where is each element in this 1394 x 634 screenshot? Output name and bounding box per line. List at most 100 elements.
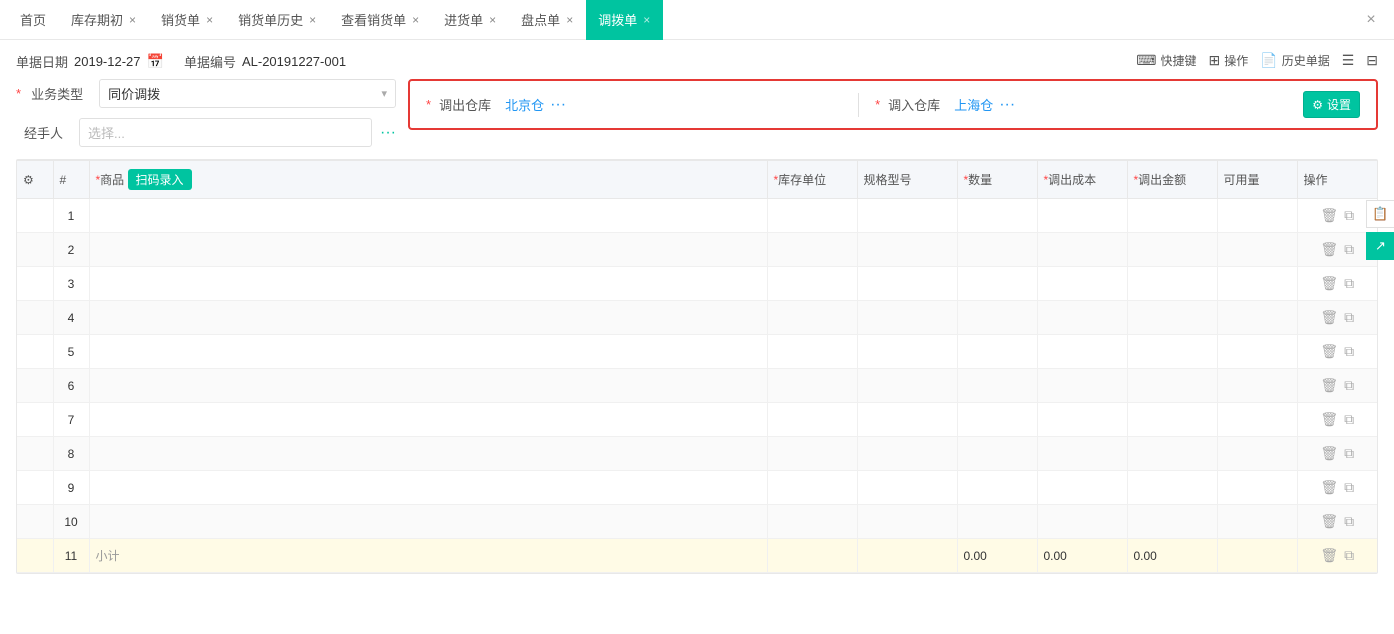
- row-qty-cell[interactable]: [957, 505, 1037, 539]
- row-amount-cell[interactable]: [1127, 267, 1217, 301]
- delete-icon[interactable]: 🗑: [1320, 547, 1338, 564]
- tab-close-transfer-order[interactable]: ×: [643, 13, 650, 27]
- copy-icon[interactable]: ⧉: [1344, 411, 1354, 428]
- copy-icon[interactable]: ⧉: [1344, 513, 1354, 530]
- row-spec-cell[interactable]: [857, 403, 957, 437]
- row-spec-cell[interactable]: [857, 471, 957, 505]
- row-avail-cell[interactable]: [1217, 199, 1297, 233]
- transfer-in-more-btn[interactable]: ···: [999, 96, 1015, 114]
- row-spec-cell[interactable]: [857, 301, 957, 335]
- row-cost-cell[interactable]: [1037, 233, 1127, 267]
- row-unit-cell[interactable]: [767, 267, 857, 301]
- row-product-cell[interactable]: [89, 267, 767, 301]
- tab-transfer-order[interactable]: 调拨单 ×: [586, 0, 663, 40]
- scan-btn[interactable]: 扫码录入: [128, 169, 192, 190]
- delete-icon[interactable]: 🗑: [1320, 377, 1338, 394]
- tab-inventory-init[interactable]: 库存期初 ×: [59, 0, 149, 40]
- copy-icon[interactable]: ⧉: [1344, 479, 1354, 496]
- row-amount-cell[interactable]: [1127, 199, 1217, 233]
- row-amount-cell[interactable]: [1127, 403, 1217, 437]
- delete-icon[interactable]: 🗑: [1320, 343, 1338, 360]
- tab-close-sales-order[interactable]: ×: [206, 13, 213, 27]
- row-spec-cell[interactable]: [857, 199, 957, 233]
- row-avail-cell[interactable]: [1217, 437, 1297, 471]
- tab-close-purchase-order[interactable]: ×: [489, 13, 496, 27]
- tab-view-sales[interactable]: 查看销货单 ×: [329, 0, 432, 40]
- row-spec-cell[interactable]: [857, 437, 957, 471]
- row-product-cell[interactable]: [89, 369, 767, 403]
- row-avail-cell[interactable]: [1217, 267, 1297, 301]
- transfer-out-more-btn[interactable]: ···: [550, 96, 566, 114]
- row-qty-cell[interactable]: [957, 369, 1037, 403]
- row-cost-cell[interactable]: [1037, 505, 1127, 539]
- settings-button[interactable]: ⚙ 设置: [1303, 91, 1360, 118]
- window-close-button[interactable]: ×: [1356, 5, 1386, 35]
- row-qty-cell[interactable]: [957, 267, 1037, 301]
- row-amount-cell[interactable]: [1127, 437, 1217, 471]
- copy-icon[interactable]: ⧉: [1344, 309, 1354, 326]
- tab-close-view-sales[interactable]: ×: [412, 13, 419, 27]
- copy-icon[interactable]: ⧉: [1344, 377, 1354, 394]
- delete-icon[interactable]: 🗑: [1320, 411, 1338, 428]
- delete-icon[interactable]: 🗑: [1320, 445, 1338, 462]
- row-unit-cell[interactable]: [767, 403, 857, 437]
- tab-purchase-order[interactable]: 进货单 ×: [432, 0, 509, 40]
- row-amount-cell[interactable]: [1127, 301, 1217, 335]
- row-qty-cell[interactable]: [957, 335, 1037, 369]
- copy-icon[interactable]: ⧉: [1344, 241, 1354, 258]
- row-product-cell[interactable]: [89, 301, 767, 335]
- row-amount-cell[interactable]: [1127, 233, 1217, 267]
- delete-icon[interactable]: 🗑: [1320, 479, 1338, 496]
- row-product-cell[interactable]: [89, 335, 767, 369]
- row-cost-cell[interactable]: [1037, 369, 1127, 403]
- handler-select[interactable]: 选择...: [79, 118, 372, 147]
- row-spec-cell[interactable]: [857, 335, 957, 369]
- row-amount-cell[interactable]: [1127, 505, 1217, 539]
- history-btn[interactable]: 📄 历史单据: [1260, 52, 1329, 69]
- tab-close-sales-history[interactable]: ×: [309, 13, 316, 27]
- row-cost-cell[interactable]: [1037, 301, 1127, 335]
- row-qty-cell[interactable]: [957, 437, 1037, 471]
- row-spec-cell[interactable]: [857, 369, 957, 403]
- row-avail-cell[interactable]: [1217, 471, 1297, 505]
- row-unit-cell[interactable]: [767, 233, 857, 267]
- row-qty-cell[interactable]: [957, 199, 1037, 233]
- layout-btn2[interactable]: ⊟: [1366, 52, 1378, 69]
- row-avail-cell[interactable]: [1217, 301, 1297, 335]
- copy-icon[interactable]: ⧉: [1344, 547, 1354, 564]
- row-unit-cell[interactable]: [767, 505, 857, 539]
- tab-inventory-check[interactable]: 盘点单 ×: [509, 0, 586, 40]
- row-product-cell[interactable]: [89, 505, 767, 539]
- delete-icon[interactable]: 🗑: [1320, 241, 1338, 258]
- row-unit-cell[interactable]: [767, 471, 857, 505]
- row-unit-cell[interactable]: [767, 301, 857, 335]
- tab-close-inventory-check[interactable]: ×: [566, 13, 573, 27]
- copy-icon[interactable]: ⧉: [1344, 275, 1354, 292]
- delete-icon[interactable]: 🗑: [1320, 207, 1338, 224]
- row-avail-cell[interactable]: [1217, 233, 1297, 267]
- row-avail-cell[interactable]: [1217, 505, 1297, 539]
- row-unit-cell[interactable]: [767, 335, 857, 369]
- row-qty-cell[interactable]: [957, 471, 1037, 505]
- row-product-cell[interactable]: [89, 233, 767, 267]
- copy-icon[interactable]: ⧉: [1344, 207, 1354, 224]
- tab-close-inventory-init[interactable]: ×: [129, 13, 136, 27]
- row-cost-cell[interactable]: [1037, 267, 1127, 301]
- row-product-cell[interactable]: [89, 199, 767, 233]
- row-product-cell[interactable]: [89, 437, 767, 471]
- row-avail-cell[interactable]: [1217, 369, 1297, 403]
- row-avail-cell[interactable]: [1217, 335, 1297, 369]
- layout-btn1[interactable]: ☰: [1342, 52, 1355, 69]
- row-amount-cell[interactable]: [1127, 335, 1217, 369]
- row-spec-cell[interactable]: [857, 505, 957, 539]
- row-avail-cell[interactable]: [1217, 403, 1297, 437]
- row-unit-cell[interactable]: [767, 369, 857, 403]
- row-qty-cell[interactable]: [957, 301, 1037, 335]
- business-type-select[interactable]: 同价调拨 ▾: [99, 79, 396, 108]
- row-spec-cell[interactable]: [857, 267, 957, 301]
- delete-icon[interactable]: 🗑: [1320, 275, 1338, 292]
- row-amount-cell[interactable]: [1127, 471, 1217, 505]
- row-product-cell[interactable]: [89, 403, 767, 437]
- handler-more-btn[interactable]: ···: [380, 125, 396, 141]
- row-cost-cell[interactable]: [1037, 403, 1127, 437]
